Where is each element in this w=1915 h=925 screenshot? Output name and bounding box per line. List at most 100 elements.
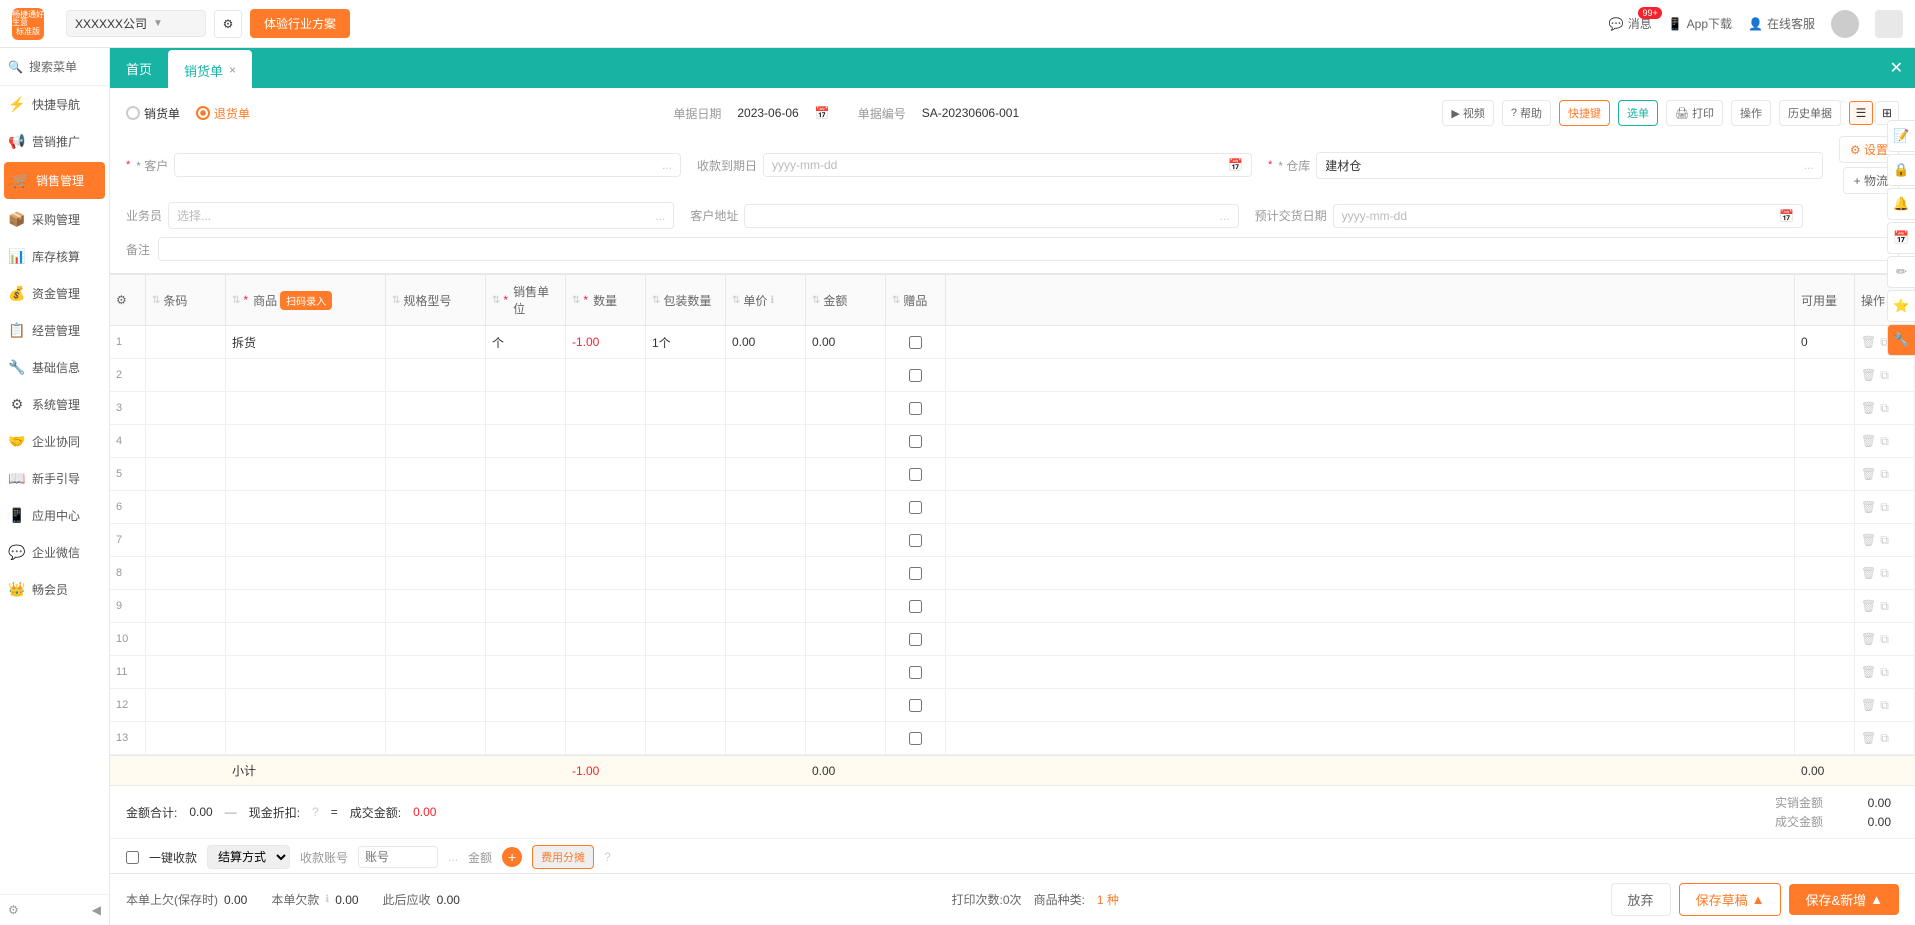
th-settings[interactable]: ⚙ [110,275,146,325]
collection-date-input[interactable]: yyyy-mm-dd 📅 [763,153,1252,177]
help-btn[interactable]: ? 帮助 [1502,100,1551,126]
td-spec-1[interactable] [386,326,486,358]
right-panel-btn-6[interactable]: ⭐ [1887,290,1915,322]
one-click-pay-checkbox[interactable] [126,851,139,864]
td-note-1[interactable] [946,326,1795,358]
td-pkg-1[interactable]: 1个 [646,326,726,358]
print-btn[interactable]: 🖨 打印 [1666,100,1723,126]
sidebar-item-basic[interactable]: 🔧 基础信息 [0,349,109,386]
sidebar-item-finance[interactable]: 💰 资金管理 [0,275,109,312]
td-row-settings-1[interactable]: 1 [110,326,146,358]
warehouse-input[interactable]: 建材仓 ... [1316,152,1823,179]
sidebar-item-quick-nav[interactable]: ⚡ 快捷导航 [0,86,109,123]
sidebar-item-apps[interactable]: 📱 应用中心 [0,497,109,534]
radio-sales-order[interactable]: 销货单 [126,105,180,122]
calendar-icon[interactable]: 📅 [815,106,830,120]
add-payment-btn[interactable]: + [502,847,522,867]
shortcut-btn[interactable]: 快捷键 [1559,100,1610,126]
td-amount-1[interactable]: 0.00 [806,326,886,358]
top-right-area: 💬 消息 99+ 📱 App下载 👤 在线客服 [1609,10,1903,38]
user-avatar[interactable] [1831,10,1859,38]
print-icon: 🖨 [1675,107,1689,120]
gift-checkbox-1[interactable] [909,336,922,349]
business-icon: 📋 [8,322,26,339]
balance-label: 本单上欠(保存时) [126,891,218,908]
expected-date-input[interactable]: yyyy-mm-dd 📅 [1333,204,1803,228]
td-barcode-1[interactable] [146,326,226,358]
expense-split-btn[interactable]: 费用分摊 [532,845,594,869]
sidebar-item-wechat[interactable]: 💬 企业微信 [0,534,109,571]
save-draft-button[interactable]: 保存草稿 ▲ [1679,883,1782,916]
close-tab-btn[interactable]: ✕ [1890,58,1915,78]
video-btn[interactable]: ▶ 视频 [1442,100,1493,126]
online-service-btn[interactable]: 👤 在线客服 [1748,15,1815,32]
settings-icon-btn[interactable]: ⚙ [214,10,242,38]
sidebar-item-sales[interactable]: 🛒 销售管理 [4,162,105,199]
right-panel-btn-7[interactable]: 🔧 [1887,324,1915,356]
radio-return-order[interactable]: 退货单 [196,105,250,122]
th-gift-label: 赠品 [903,292,927,309]
filter-btn[interactable]: 选单 [1618,100,1658,126]
form-meta: 单据日期 2023-06-06 📅 单据编号 SA-20230606-001 [673,105,1019,122]
sidebar-item-purchase[interactable]: 📦 采购管理 [0,201,109,238]
message-btn[interactable]: 💬 消息 99+ [1609,15,1652,32]
right-panel-btn-2[interactable]: 🔒 [1887,154,1915,186]
transaction-amount-row: 成交金额 0.00 [1775,813,1891,830]
customer-input[interactable]: ... [174,153,681,177]
unit-required: * [503,293,508,307]
equals-sign: = [331,805,338,819]
right-panel-btn-1[interactable]: 📝 [1887,120,1915,152]
td-qty-1[interactable]: -1.00 [566,326,646,358]
sidebar-item-business[interactable]: 📋 经营管理 [0,312,109,349]
discard-button[interactable]: 放弃 [1611,883,1671,916]
tab-home[interactable]: 首页 [110,48,168,88]
sidebar: 🔍 搜索菜单 ⚡ 快捷导航 📢 营销推广 🛒 销售管理 📦 采购管理 📊 [0,48,110,925]
customer-address-input[interactable]: ... [744,204,1238,228]
tab-sales-order[interactable]: 销货单 × [168,50,252,90]
sidebar-item-guide[interactable]: 📖 新手引导 [0,460,109,497]
trial-button[interactable]: 体验行业方案 [250,9,350,38]
app-download-btn[interactable]: 📱 App下载 [1668,15,1732,32]
question-icon[interactable]: ? [312,805,319,819]
td-unit-1[interactable]: 个 [486,326,566,358]
more-btn[interactable] [1875,10,1903,38]
calendar-icon-3: 📅 [1779,209,1794,223]
td-price-1[interactable]: 0.00 [726,326,806,358]
th-pkg: ⇅ 包装数量 [646,275,726,325]
right-panel-btn-5[interactable]: ✏ [1887,256,1915,288]
system-icon: ⚙ [8,396,26,413]
right-panel-btn-3[interactable]: 🔔 [1887,188,1915,220]
sidebar-item-inventory[interactable]: 📊 库存核算 [0,238,109,275]
sidebar-item-system[interactable]: ⚙ 系统管理 [0,386,109,423]
table-row: 11🗑⧉ [110,656,1915,689]
th-qty: ⇅ * 数量 [566,275,646,325]
notes-input[interactable] [158,237,1899,261]
scan-btn[interactable]: 扫码录入 [280,291,332,310]
expense-question-icon[interactable]: ? [604,850,611,864]
sidebar-item-member[interactable]: 👑 畅会员 [0,571,109,608]
message-badge: 99+ [1638,7,1661,19]
right-panel-btn-4[interactable]: 📅 [1887,222,1915,254]
tab-close-icon[interactable]: × [229,63,236,77]
td-product-1[interactable]: 拆货 [226,326,386,358]
arrow-icon[interactable]: ◀ [92,903,101,917]
history-btn[interactable]: 历史单据 [1779,100,1841,126]
table-row: 7🗑⧉ [110,524,1915,557]
settlement-select[interactable]: 结算方式 [207,845,290,869]
td-gift-1[interactable] [886,326,946,358]
sidebar-item-marketing[interactable]: 📢 营销推广 [0,123,109,160]
save-new-button[interactable]: 保存&新增 ▲ [1789,884,1899,915]
gear-bottom-icon[interactable]: ⚙ [8,903,19,917]
list-view-btn[interactable]: ☰ [1849,101,1873,125]
delete-icon-1[interactable]: 🗑 [1861,335,1876,349]
sidebar-search[interactable]: 🔍 搜索菜单 [0,48,109,86]
account-input[interactable] [358,846,438,868]
amount-label: 金额 [468,849,492,866]
operate-btn[interactable]: 操作 [1731,100,1771,126]
subtotal-qty: -1.00 [566,756,646,785]
sidebar-item-cooperate[interactable]: 🤝 企业协同 [0,423,109,460]
salesperson-input[interactable]: 选择... ... [168,202,674,229]
cooperate-icon: 🤝 [8,433,26,450]
member-icon: 👑 [8,581,26,598]
company-selector[interactable]: XXXXXX公司 ▼ [66,10,206,37]
